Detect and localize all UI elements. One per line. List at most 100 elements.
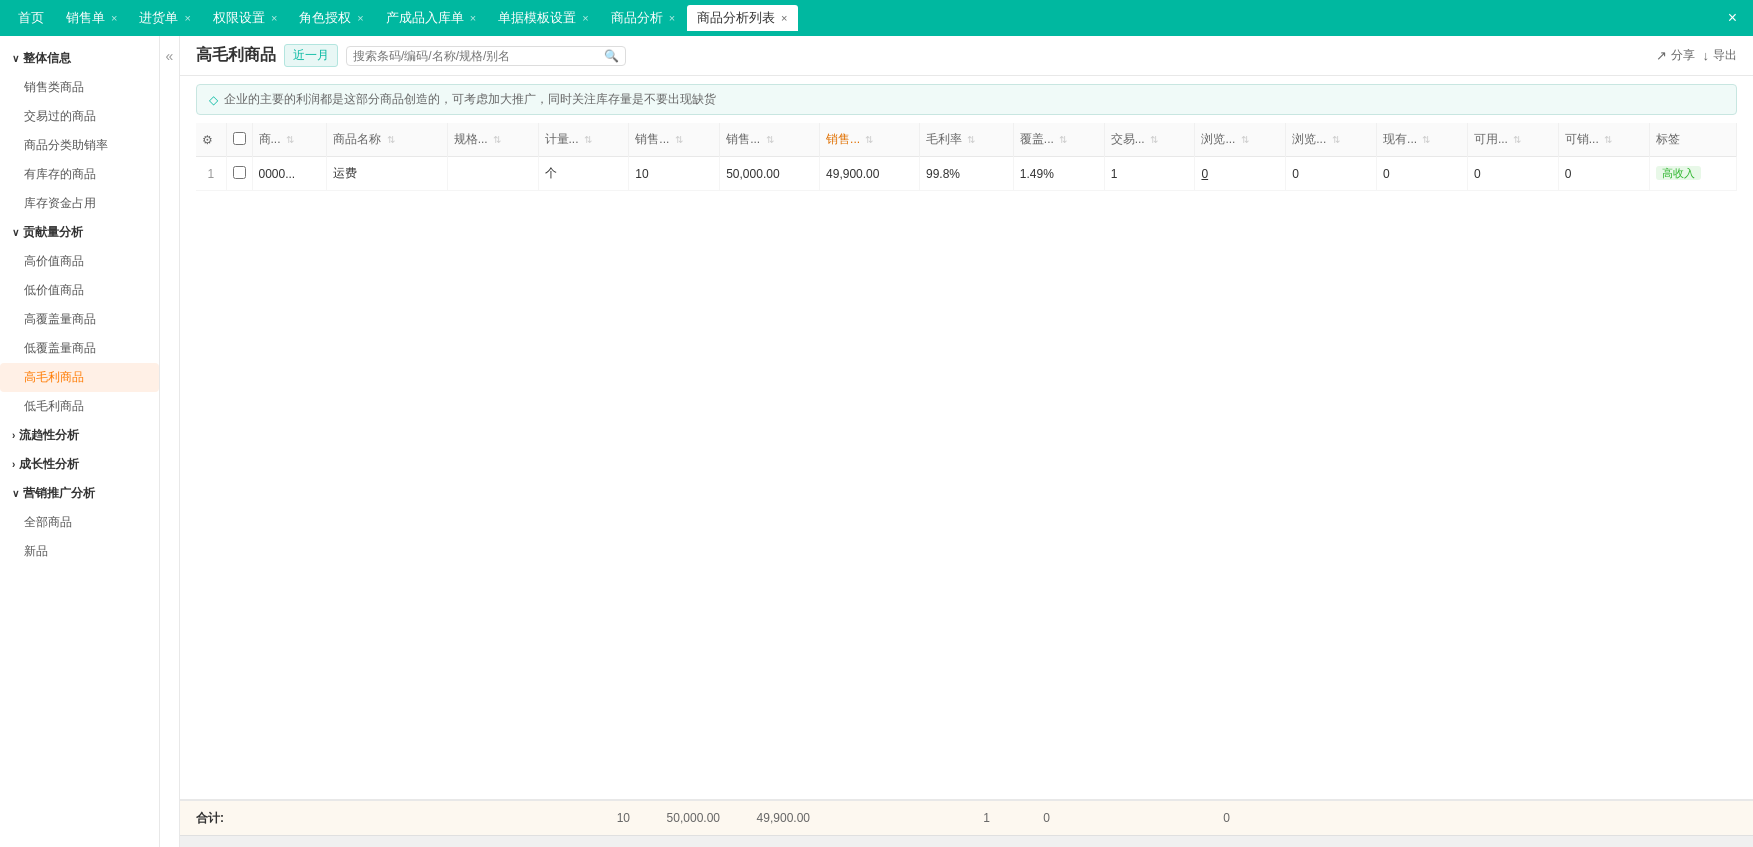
col-current-stock[interactable]: 现有... ⇅	[1377, 123, 1468, 157]
search-box[interactable]: 🔍	[346, 46, 626, 66]
close-purchase-order[interactable]: ×	[184, 12, 190, 24]
sidebar: ∨ 整体信息 销售类商品 交易过的商品 商品分类助销率 有库存的商品 库存资金占…	[0, 36, 160, 847]
cell-browse1[interactable]: 0	[1195, 157, 1286, 191]
sort-unit-icon: ⇅	[584, 134, 592, 145]
close-product-analysis[interactable]: ×	[669, 12, 675, 24]
sidebar-item-high-value[interactable]: 高价值商品	[0, 247, 159, 276]
col-available[interactable]: 可用... ⇅	[1467, 123, 1558, 157]
page-title: 高毛利商品	[196, 45, 276, 66]
share-icon: ↗	[1656, 48, 1667, 63]
sidebar-item-low-margin[interactable]: 低毛利商品	[0, 392, 159, 421]
cell-index: 1	[196, 157, 226, 191]
horizontal-scrollbar[interactable]	[180, 835, 1753, 847]
col-gross-margin[interactable]: 毛利率 ⇅	[919, 123, 1013, 157]
close-product-inbound[interactable]: ×	[470, 12, 476, 24]
nav-product-analysis[interactable]: 商品分析 ×	[601, 5, 685, 31]
col-tag[interactable]: 标签	[1649, 123, 1736, 157]
content-header: 高毛利商品 近一月 🔍 ↗ 分享 ↓ 导出	[180, 36, 1753, 76]
row-checkbox[interactable]	[233, 166, 246, 179]
sidebar-group-contribution[interactable]: ∨ 贡献量分析	[0, 218, 159, 247]
table-row: 1 0000... 运费 个 10 50,000.00 49,900.00 99…	[196, 157, 1737, 191]
sidebar-group-overall[interactable]: ∨ 整体信息	[0, 44, 159, 73]
cell-unit: 个	[538, 157, 629, 191]
cell-code: 0000...	[252, 157, 327, 191]
sidebar-group-marketing[interactable]: ∨ 营销推广分析	[0, 479, 159, 508]
sidebar-item-category-rate[interactable]: 商品分类助销率	[0, 131, 159, 160]
col-name[interactable]: 商品名称 ⇅	[327, 123, 447, 157]
sidebar-item-new-goods[interactable]: 新品	[0, 537, 159, 566]
nav-product-analysis-list[interactable]: 商品分析列表 ×	[687, 5, 797, 31]
sidebar-item-high-margin[interactable]: 高毛利商品	[0, 363, 159, 392]
export-button[interactable]: ↓ 导出	[1703, 47, 1738, 64]
close-sales-order[interactable]: ×	[111, 12, 117, 24]
col-sales-profit[interactable]: 销售... ⇅	[820, 123, 920, 157]
footer-placeholder7	[1056, 811, 1116, 825]
close-permissions[interactable]: ×	[271, 12, 277, 24]
footer-available: 0	[1176, 811, 1236, 825]
sort-code-icon: ⇅	[286, 134, 294, 145]
footer-cells: 10 50,000.00 49,900.00 1 0 0	[316, 811, 1737, 825]
cell-name: 运费	[327, 157, 447, 191]
collapse-icon: «	[166, 48, 174, 64]
sidebar-item-sales-goods[interactable]: 销售类商品	[0, 73, 159, 102]
sort-transactions-icon: ⇅	[1150, 134, 1158, 145]
sidebar-item-traded-goods[interactable]: 交易过的商品	[0, 102, 159, 131]
sidebar-item-low-value[interactable]: 低价值商品	[0, 276, 159, 305]
footer-label: 合计:	[196, 810, 316, 827]
footer-cell-placeholder1	[316, 811, 376, 825]
nav-home[interactable]: 首页	[8, 5, 54, 31]
filter-recent-month[interactable]: 近一月	[284, 44, 338, 67]
cell-sales-profit: 49,900.00	[820, 157, 920, 191]
nav-roles[interactable]: 角色授权 ×	[289, 5, 373, 31]
top-navigation: 首页 销售单 × 进货单 × 权限设置 × 角色授权 × 产成品入库单 × 单据…	[0, 0, 1753, 36]
search-input[interactable]	[353, 49, 600, 63]
header-actions: ↗ 分享 ↓ 导出	[1656, 47, 1738, 64]
nav-purchase-order[interactable]: 进货单 ×	[129, 5, 200, 31]
settings-icon[interactable]: ⚙	[202, 133, 213, 147]
close-template-settings[interactable]: ×	[582, 12, 588, 24]
sidebar-item-high-coverage[interactable]: 高覆盖量商品	[0, 305, 159, 334]
nav-template-settings[interactable]: 单据模板设置 ×	[488, 5, 598, 31]
table-wrapper[interactable]: ⚙ 商... ⇅ 商品名称 ⇅	[180, 123, 1753, 799]
sidebar-item-stocked-goods[interactable]: 有库存的商品	[0, 160, 159, 189]
select-all-checkbox[interactable]	[233, 132, 246, 145]
cell-spec	[447, 157, 538, 191]
nav-sales-order[interactable]: 销售单 ×	[56, 5, 127, 31]
sidebar-toggle[interactable]: «	[160, 36, 180, 847]
cell-gross-margin: 99.8%	[919, 157, 1013, 191]
nav-permissions[interactable]: 权限设置 ×	[203, 5, 287, 31]
cell-browse2: 0	[1286, 157, 1377, 191]
close-product-analysis-list[interactable]: ×	[781, 12, 787, 24]
sidebar-item-all-goods[interactable]: 全部商品	[0, 508, 159, 537]
footer-placeholder9	[1236, 811, 1296, 825]
close-all-tabs[interactable]: ×	[1720, 9, 1745, 27]
col-coverage[interactable]: 覆盖... ⇅	[1013, 123, 1104, 157]
col-code[interactable]: 商... ⇅	[252, 123, 327, 157]
footer-sales-profit: 49,900.00	[726, 811, 816, 825]
col-sales-qty[interactable]: 销售... ⇅	[629, 123, 720, 157]
sidebar-item-low-coverage[interactable]: 低覆盖量商品	[0, 334, 159, 363]
col-checkbox[interactable]	[226, 123, 252, 157]
search-icon[interactable]: 🔍	[604, 49, 619, 63]
cell-sales-amount: 50,000.00	[720, 157, 820, 191]
footer-placeholder8	[1116, 811, 1176, 825]
col-transactions[interactable]: 交易... ⇅	[1104, 123, 1195, 157]
cell-available: 0	[1467, 157, 1558, 191]
sidebar-group-growth[interactable]: › 成长性分析	[0, 450, 159, 479]
sidebar-item-stock-capital[interactable]: 库存资金占用	[0, 189, 159, 218]
col-browse2[interactable]: 浏览... ⇅	[1286, 123, 1377, 157]
col-unit[interactable]: 计量... ⇅	[538, 123, 629, 157]
col-spec[interactable]: 规格... ⇅	[447, 123, 538, 157]
cell-checkbox[interactable]	[226, 157, 252, 191]
sort-saleable-icon: ⇅	[1604, 134, 1612, 145]
col-saleable[interactable]: 可销... ⇅	[1558, 123, 1649, 157]
col-sales-amount[interactable]: 销售... ⇅	[720, 123, 820, 157]
nav-product-inbound[interactable]: 产成品入库单 ×	[376, 5, 486, 31]
col-browse1[interactable]: 浏览... ⇅	[1195, 123, 1286, 157]
sidebar-group-trend[interactable]: › 流趋性分析	[0, 421, 159, 450]
collapse-arrow-growth: ›	[12, 459, 15, 470]
share-button[interactable]: ↗ 分享	[1656, 47, 1695, 64]
sort-name-icon: ⇅	[387, 134, 395, 145]
close-roles[interactable]: ×	[357, 12, 363, 24]
collapse-arrow-overall: ∨	[12, 53, 19, 64]
